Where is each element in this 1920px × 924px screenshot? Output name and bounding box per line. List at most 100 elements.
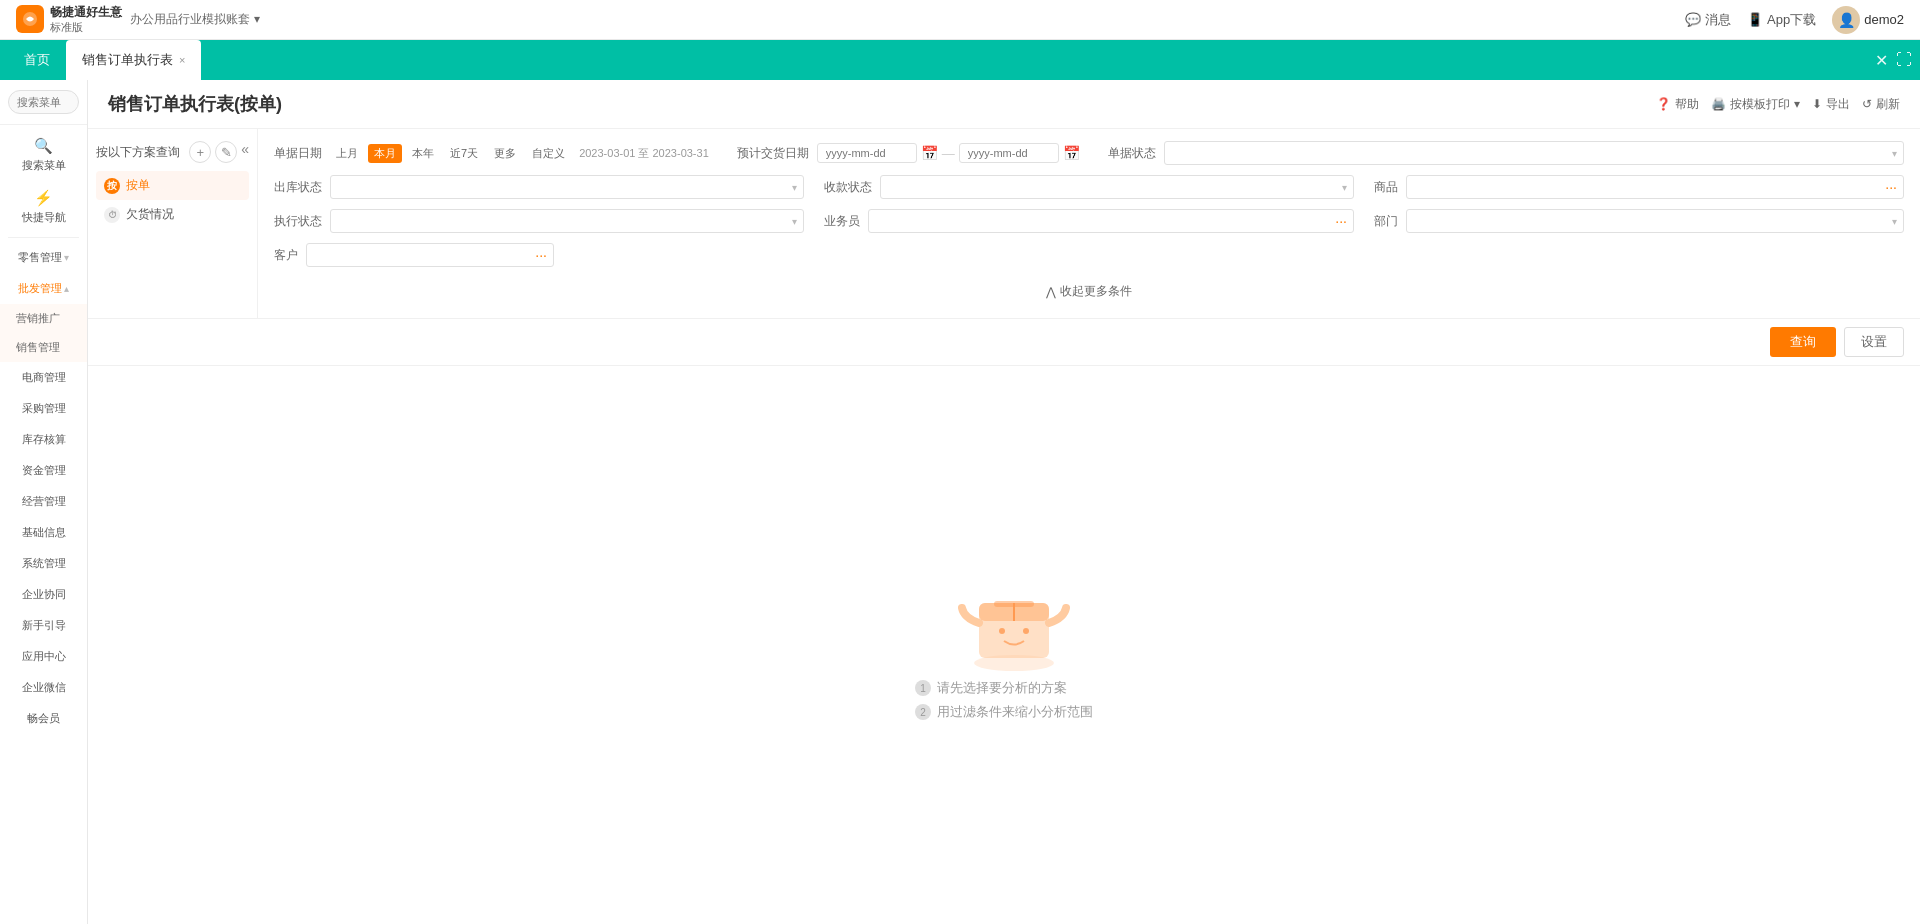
app-download-btn[interactable]: 📱 App下载 (1747, 11, 1816, 29)
curr-month-btn[interactable]: 本月 (368, 144, 402, 163)
date-range-text: 2023-03-01 至 2023-03-31 (579, 146, 709, 161)
settings-btn[interactable]: 设置 (1844, 327, 1904, 357)
tab-bar-right: ✕ ⛶ (1875, 51, 1920, 70)
date-quick-btns: 上月 本月 本年 近7天 更多 自定义 (330, 144, 571, 163)
receipt-status-select[interactable] (881, 176, 1353, 198)
svg-point-7 (1023, 628, 1029, 634)
sidebar-item-wholesale[interactable]: 批发管理 ▴ (0, 273, 87, 304)
product-group: 商品 ··· (1374, 175, 1904, 199)
calendar-end-icon[interactable]: 📅 (1063, 145, 1080, 161)
wholesale-submenu: 营销推广 销售管理 (0, 304, 87, 362)
doc-status-label: 单据状态 (1108, 145, 1156, 162)
empty-illustration (954, 563, 1054, 663)
custom-btn[interactable]: 自定义 (526, 144, 571, 163)
filter-right: 单据日期 上月 本月 本年 近7天 更多 自定义 2023-03-01 至 20… (258, 129, 1920, 318)
outbound-status-select[interactable] (331, 176, 803, 198)
data-area: 1 请先选择要分析的方案 2 用过滤条件来缩小分析范围 (88, 366, 1920, 924)
customer-label: 客户 (274, 247, 298, 264)
sidebar-sub-label: 销售管理 (16, 340, 60, 355)
curr-year-btn[interactable]: 本年 (406, 144, 440, 163)
customer-dots-btn[interactable]: ··· (529, 247, 553, 263)
more-btn[interactable]: 更多 (488, 144, 522, 163)
sidebar-item-newguide[interactable]: 新手引导 (0, 610, 87, 641)
message-btn[interactable]: 💬 消息 (1685, 11, 1731, 29)
tab-active[interactable]: 销售订单执行表 × (66, 40, 201, 80)
divider (8, 237, 79, 238)
sidebar-item-purchase[interactable]: 采购管理 (0, 393, 87, 424)
sidebar-item-member[interactable]: 畅会员 (0, 703, 87, 734)
tab-close-btn[interactable]: × (179, 54, 185, 66)
sidebar-item-label: 系统管理 (22, 556, 66, 571)
scheme-item-按单[interactable]: 按 按单 (96, 171, 249, 200)
empty-text: 1 请先选择要分析的方案 2 用过滤条件来缩小分析范围 (915, 679, 1093, 727)
print-btn[interactable]: 🖨️ 按模板打印 ▾ (1711, 96, 1800, 113)
scheme-actions: + ✎ « (189, 141, 249, 163)
delivery-end-input[interactable] (959, 143, 1059, 163)
sidebar-item-wechat[interactable]: 企业微信 (0, 672, 87, 703)
sidebar-item-inventory[interactable]: 库存核算 (0, 424, 87, 455)
sidebar-item-label: 畅会员 (27, 711, 60, 726)
page-title: 销售订单执行表(按单) (108, 92, 282, 128)
export-btn[interactable]: ⬇ 导出 (1812, 96, 1850, 113)
tab-home[interactable]: 首页 (8, 40, 66, 80)
product-input[interactable] (1407, 176, 1879, 198)
sidebar-item-label: 快捷导航 (22, 210, 66, 225)
calendar-start-icon[interactable]: 📅 (921, 145, 938, 161)
sidebar-item-operations[interactable]: 经营管理 (0, 486, 87, 517)
scheme-collapse-btn[interactable]: « (241, 141, 249, 163)
product-dots-btn[interactable]: ··· (1879, 179, 1903, 195)
empty-hint-2: 2 用过滤条件来缩小分析范围 (915, 703, 1093, 721)
empty-num-2: 2 (915, 704, 931, 720)
sidebar-item-apps[interactable]: 应用中心 (0, 641, 87, 672)
date-filter-group: 单据日期 上月 本月 本年 近7天 更多 自定义 2023-03-01 至 20… (274, 144, 709, 163)
delivery-start-input[interactable] (817, 143, 917, 163)
query-btn[interactable]: 查询 (1770, 327, 1836, 357)
execution-status-group: 执行状态 ▾ (274, 209, 804, 233)
customer-input[interactable] (307, 244, 529, 266)
doc-status-select[interactable] (1165, 142, 1903, 164)
execution-status-select[interactable] (331, 210, 803, 232)
filter-row-3: 执行状态 ▾ 业务员 ··· (274, 209, 1904, 233)
sidebar-item-basicinfo[interactable]: 基础信息 (0, 517, 87, 548)
quick-nav-icon: ⚡ (34, 189, 53, 207)
scheme-dot-orange: 按 (104, 178, 120, 194)
scheme-item-欠货情况[interactable]: ⏱ 欠货情况 (96, 200, 249, 229)
prev-month-btn[interactable]: 上月 (330, 144, 364, 163)
main-layout: 🔍 搜索菜单 ⚡ 快捷导航 零售管理 ▾ 批发管理 ▴ 营销推广 (0, 80, 1920, 924)
empty-state: 1 请先选择要分析的方案 2 用过滤条件来缩小分析范围 (915, 563, 1093, 727)
scheme-add-btn[interactable]: + (189, 141, 211, 163)
seven-days-btn[interactable]: 近7天 (444, 144, 484, 163)
print-icon: 🖨️ (1711, 97, 1726, 111)
salesperson-input[interactable] (869, 210, 1329, 232)
search-input[interactable] (8, 90, 79, 114)
sidebar-item-search[interactable]: 🔍 搜索菜单 (0, 129, 87, 181)
sidebar-item-label: 电商管理 (22, 370, 66, 385)
outbound-label: 出库状态 (274, 179, 322, 196)
print-arrow-icon: ▾ (1794, 97, 1800, 111)
sidebar-item-enterprise[interactable]: 企业协同 (0, 579, 87, 610)
scheme-edit-btn[interactable]: ✎ (215, 141, 237, 163)
receipt-label: 收款状态 (824, 179, 872, 196)
refresh-btn[interactable]: ↺ 刷新 (1862, 96, 1900, 113)
sidebar-item-quick-nav[interactable]: ⚡ 快捷导航 (0, 181, 87, 233)
user-area[interactable]: 👤 demo2 (1832, 6, 1904, 34)
sidebar-sub-sales[interactable]: 销售管理 (0, 333, 87, 362)
sidebar-item-finance[interactable]: 资金管理 (0, 455, 87, 486)
sidebar-item-retail[interactable]: 零售管理 ▾ (0, 242, 87, 273)
sidebar-item-ecommerce[interactable]: 电商管理 (0, 362, 87, 393)
salesperson-dots-btn[interactable]: ··· (1329, 213, 1353, 229)
svg-point-6 (999, 628, 1005, 634)
filter-row-4: 客户 ··· (274, 243, 1904, 267)
chevron-up-icon: ▴ (64, 283, 69, 294)
collapse-more-btn[interactable]: ⋀ 收起更多条件 (274, 277, 1904, 306)
expected-delivery-inputs: 📅 — 📅 (817, 143, 1080, 163)
maximize-icon[interactable]: ⛶ (1896, 51, 1912, 69)
sidebar-item-system[interactable]: 系统管理 (0, 548, 87, 579)
minimize-icon[interactable]: ✕ (1875, 51, 1888, 70)
department-select[interactable] (1407, 210, 1903, 232)
top-bar: 畅捷通好生意 标准版 办公用品行业模拟账套 ▾ 💬 消息 📱 App下载 👤 d… (0, 0, 1920, 40)
sidebar-sub-marketing[interactable]: 营销推广 (0, 304, 87, 333)
breadcrumb: 办公用品行业模拟账套 ▾ (130, 11, 260, 28)
help-btn[interactable]: ❓ 帮助 (1656, 96, 1699, 113)
date-label: 单据日期 (274, 145, 322, 162)
